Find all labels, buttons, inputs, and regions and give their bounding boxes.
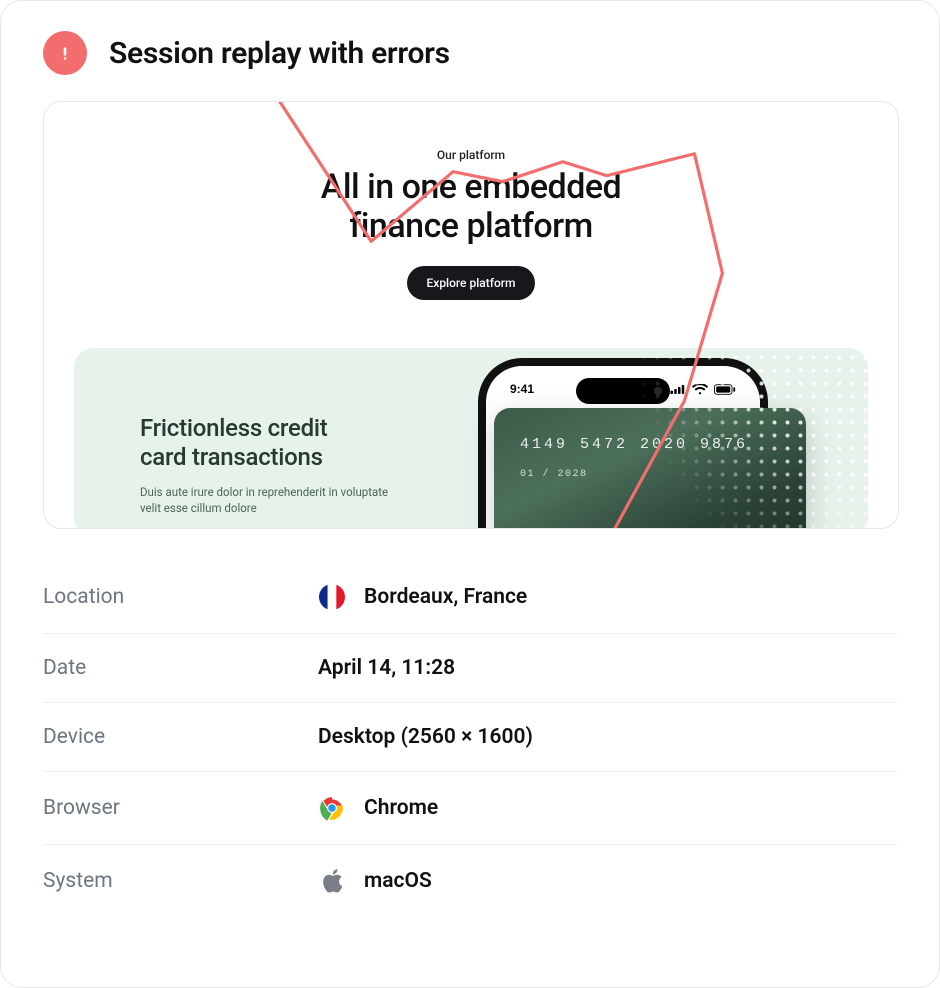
detail-value: Desktop (2560 × 1600)	[318, 725, 533, 749]
battery-icon	[714, 384, 736, 395]
phone-time: 9:41	[510, 382, 534, 396]
detail-row-device: Device Desktop (2560 × 1600)	[43, 703, 897, 772]
phone-dynamic-island	[576, 378, 670, 404]
detail-value: macOS	[364, 869, 432, 893]
session-details: Location Bordeaux, France Date April 14,…	[43, 561, 897, 917]
flag-france-icon	[318, 583, 346, 611]
explore-platform-button[interactable]: Explore platform	[407, 266, 536, 300]
detail-value: Chrome	[364, 796, 438, 820]
hero-headline: All in one embedded finance platform	[44, 168, 898, 246]
wifi-icon	[692, 384, 708, 395]
detail-row-system: System macOS	[43, 845, 897, 917]
chrome-icon	[318, 794, 346, 822]
detail-label: Location	[43, 585, 318, 609]
credit-card-mockup: 4149 5472 2020 9876 01 / 2028	[494, 408, 806, 529]
detail-label: Device	[43, 725, 318, 749]
preview-hero: Our platform All in one embedded finance…	[44, 102, 898, 348]
phone-status-icons	[670, 382, 736, 396]
hero-eyebrow: Our platform	[44, 148, 898, 162]
card-number: 4149 5472 2020 9876	[520, 436, 780, 453]
detail-label: System	[43, 869, 318, 893]
session-replay-preview[interactable]: Our platform All in one embedded finance…	[43, 101, 899, 529]
card-header: Session replay with errors	[1, 1, 939, 101]
detail-row-location: Location Bordeaux, France	[43, 561, 897, 634]
card-title: Session replay with errors	[109, 36, 450, 71]
apple-icon	[318, 867, 346, 895]
card-expiry: 01 / 2028	[520, 469, 780, 480]
error-icon	[43, 31, 87, 75]
session-replay-card: Session replay with errors Our platform …	[0, 0, 940, 988]
feature-panel: Frictionless credit card transactions Du…	[74, 348, 868, 529]
feature-title: Frictionless credit card transactions	[140, 414, 410, 472]
detail-row-browser: Browser Chrome	[43, 772, 897, 845]
detail-label: Browser	[43, 796, 318, 820]
detail-value: Bordeaux, France	[364, 585, 527, 609]
signal-icon	[670, 384, 686, 394]
detail-label: Date	[43, 656, 318, 680]
detail-row-date: Date April 14, 11:28	[43, 634, 897, 703]
detail-value: April 14, 11:28	[318, 656, 455, 680]
feature-body: Duis aute irure dolor in reprehenderit i…	[140, 484, 410, 517]
